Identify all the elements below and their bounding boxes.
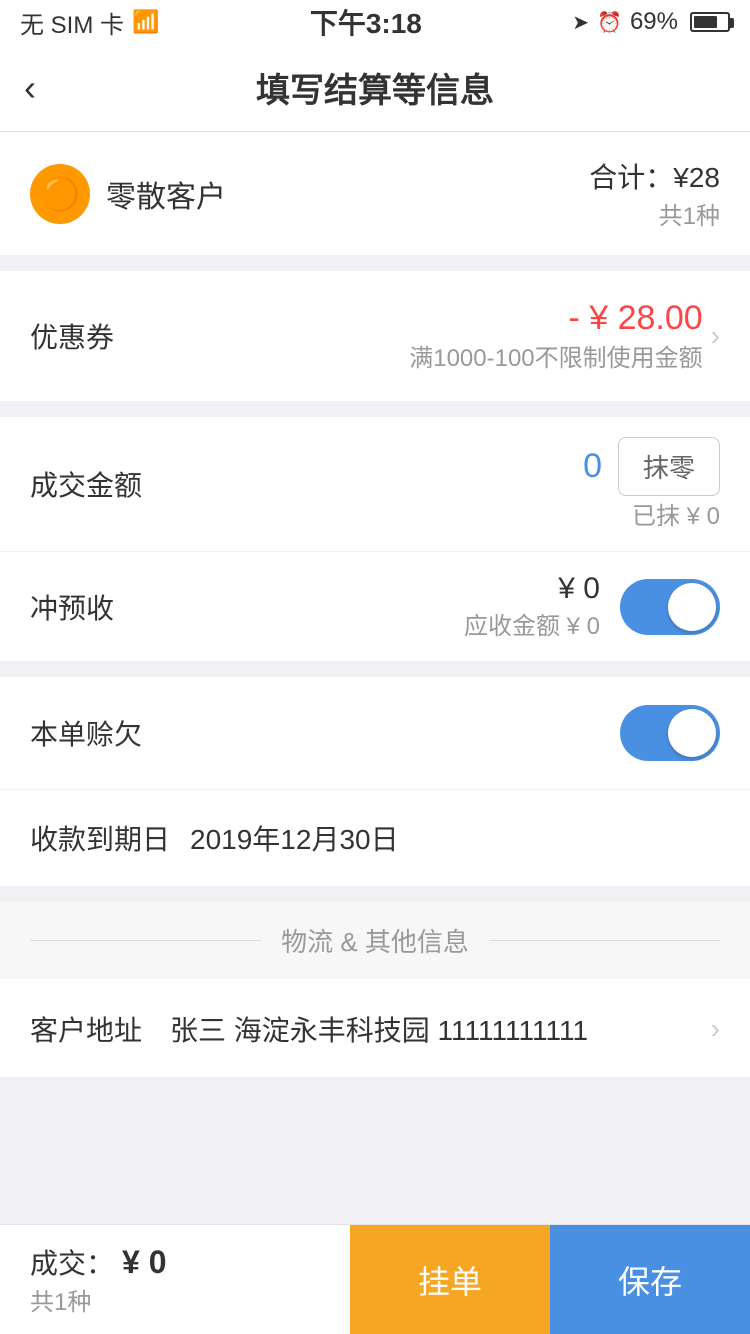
battery-percent: 69%	[630, 8, 678, 36]
coupon-amount: - ¥ 28.00	[409, 299, 702, 338]
status-time: 下午3:18	[310, 2, 422, 42]
coupon-section: 优惠券 - ¥ 28.00 满1000-100不限制使用金额 ›	[0, 271, 750, 401]
coupon-desc: 满1000-100不限制使用金额	[409, 338, 702, 373]
avatar: 🟠	[30, 164, 90, 224]
prereceipt-row: 冲预收 ¥ 0 应收金额 ¥ 0	[0, 552, 750, 661]
address-label: 客户地址	[30, 1009, 150, 1049]
bottom-count: 共1种	[30, 1282, 320, 1317]
logistics-section: 物流 & 其他信息 客户地址 张三 海淀永丰科技园 11111111111 ›	[0, 902, 750, 1077]
prereceipt-values: ¥ 0 应收金额 ¥ 0	[464, 572, 720, 641]
due-date-label: 收款到期日	[30, 818, 170, 858]
divider-left	[30, 940, 261, 941]
save-button[interactable]: 保存	[550, 1225, 750, 1334]
debt-label: 本单赊欠	[30, 713, 150, 753]
round-button[interactable]: 抹零	[618, 437, 720, 496]
due-date-row: 收款到期日 2019年12月30日	[0, 789, 750, 886]
transaction-value[interactable]: 0	[542, 447, 602, 486]
divider-right	[489, 940, 720, 941]
debt-toggle[interactable]	[620, 705, 720, 761]
chevron-right-icon: ›	[711, 320, 720, 352]
coupon-label: 优惠券	[30, 316, 150, 356]
customer-section: 🟠 零散客户 合计：¥28 共1种	[0, 132, 750, 255]
bottom-summary: 成交： ¥ 0 共1种	[0, 1242, 350, 1317]
total-amount: 合计：¥28	[589, 156, 720, 196]
amount-and-btn: 0 抹零	[542, 437, 720, 496]
pending-button[interactable]: 挂单	[350, 1225, 550, 1334]
battery-icon	[690, 12, 730, 32]
prereceipt-main-amount: ¥ 0	[464, 572, 600, 606]
wifi-icon: 📶	[132, 9, 159, 35]
alarm-icon: ⏰	[597, 10, 622, 35]
coupon-row[interactable]: 优惠券 - ¥ 28.00 满1000-100不限制使用金额 ›	[0, 271, 750, 401]
content: 🟠 零散客户 合计：¥28 共1种 优惠券 - ¥ 28.00 满1000-10…	[0, 132, 750, 1197]
address-chevron-icon: ›	[711, 1013, 720, 1045]
carrier-label: 无 SIM 卡	[20, 5, 124, 40]
avatar-icon: 🟠	[40, 175, 80, 213]
transaction-right: 0 抹零 已抹 ¥ 0	[542, 437, 720, 531]
customer-name: 零散客户	[106, 172, 226, 216]
customer-total: 合计：¥28 共1种	[589, 156, 720, 231]
location-icon: ➤	[572, 10, 589, 35]
status-right: ➤ ⏰ 69%	[572, 8, 730, 36]
back-button[interactable]: ‹	[24, 67, 36, 109]
prereceipt-toggle[interactable]	[620, 579, 720, 635]
address-row[interactable]: 客户地址 张三 海淀永丰科技园 11111111111 ›	[0, 981, 750, 1077]
prereceipt-amount: ¥ 0 应收金额 ¥ 0	[464, 572, 600, 641]
debt-toggle-knob	[668, 709, 716, 757]
transaction-row: 成交金额 0 抹零 已抹 ¥ 0	[0, 417, 750, 552]
page-title: 填写结算等信息	[256, 63, 494, 112]
debt-row: 本单赊欠	[0, 677, 750, 789]
logistics-title: 物流 & 其他信息	[281, 922, 469, 959]
coupon-value-area: - ¥ 28.00 满1000-100不限制使用金额 ›	[409, 299, 720, 373]
status-left: 无 SIM 卡 📶	[20, 5, 159, 40]
bottom-transaction-amount: ¥ 0	[122, 1244, 166, 1281]
transaction-label: 成交金额	[30, 464, 150, 504]
debt-section: 本单赊欠 收款到期日 2019年12月30日	[0, 677, 750, 886]
customer-info: 🟠 零散客户	[30, 164, 226, 224]
nav-bar: ‹ 填写结算等信息	[0, 44, 750, 132]
prereceipt-label: 冲预收	[30, 587, 150, 627]
status-bar: 无 SIM 卡 📶 下午3:18 ➤ ⏰ 69%	[0, 0, 750, 44]
prereceipt-sub-amount: 应收金额 ¥ 0	[464, 606, 600, 641]
bottom-transaction-label: 成交：	[30, 1242, 114, 1282]
bottom-bar: 成交： ¥ 0 共1种 挂单 保存	[0, 1224, 750, 1334]
already-rounded: 已抹 ¥ 0	[632, 496, 720, 531]
logistics-header: 物流 & 其他信息	[0, 902, 750, 979]
transaction-section: 成交金额 0 抹零 已抹 ¥ 0 冲预收 ¥ 0 应收金额 ¥ 0	[0, 417, 750, 661]
address-value: 张三 海淀永丰科技园 11111111111	[170, 1009, 703, 1049]
total-count: 共1种	[589, 196, 720, 231]
toggle-knob	[668, 583, 716, 631]
due-date-value: 2019年12月30日	[190, 818, 399, 858]
